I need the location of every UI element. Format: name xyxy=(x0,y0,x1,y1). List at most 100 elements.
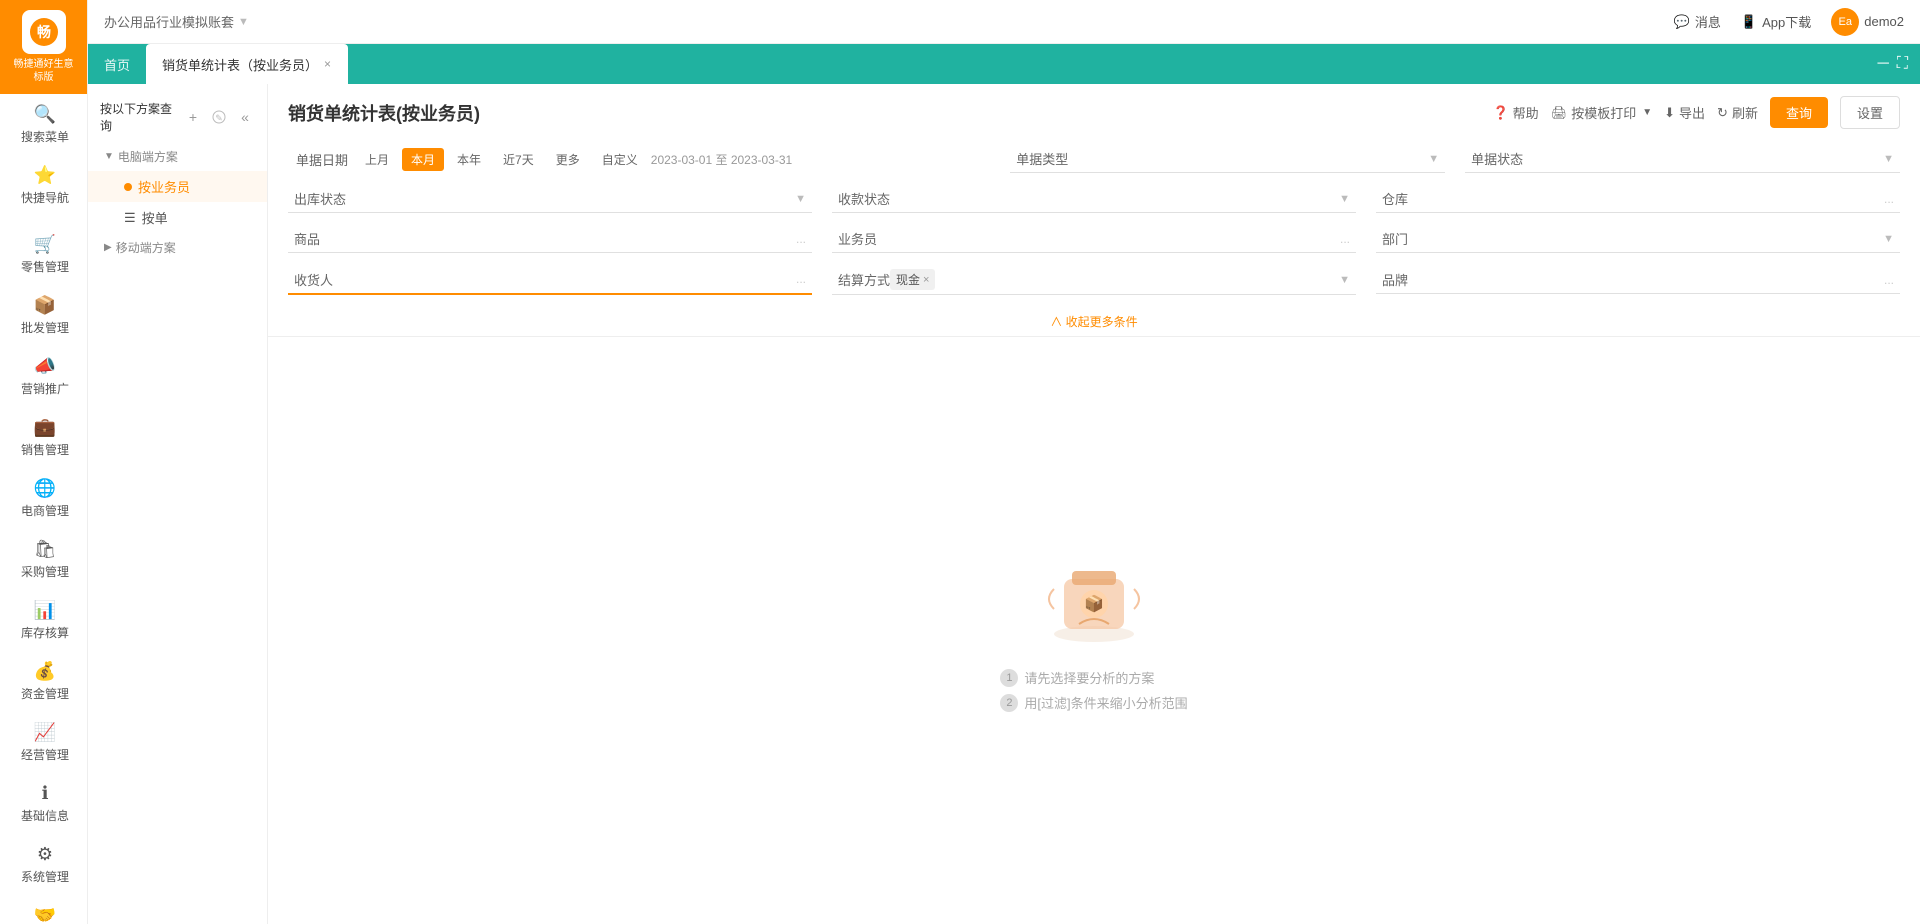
user-name: demo2 xyxy=(1864,14,1904,29)
sidebar: 畅 畅捷通好生意 标版 🔍 搜索菜单 ⭐ 快捷导航 🛒 零售管理 📦 批发管理 … xyxy=(0,0,88,924)
last7-btn[interactable]: 近7天 xyxy=(494,148,543,171)
sidebar-item-sales[interactable]: 💼 销售管理 xyxy=(0,407,87,468)
doc-type-field[interactable]: 单据类型 ▼ xyxy=(1010,145,1445,173)
query-btn[interactable]: 查询 xyxy=(1770,97,1828,128)
settlement-arrow-icon[interactable]: ▼ xyxy=(1339,274,1350,286)
out-status-arrow-icon[interactable]: ▼ xyxy=(795,193,806,205)
goods-ellipsis-icon[interactable]: ... xyxy=(796,232,806,246)
mobile-icon: 📱 xyxy=(1741,14,1757,30)
recipient-label: 收货人 xyxy=(294,270,334,289)
tabbar: 首页 销货单统计表（按业务员） × ─ ⛶ xyxy=(88,44,1920,84)
recv-status-field[interactable]: 收款状态 ▼ xyxy=(832,185,1356,213)
sidebar-item-system[interactable]: ⚙ 系统管理 xyxy=(0,834,87,895)
logo-text: 畅捷通好生意 标版 xyxy=(14,58,74,84)
warehouse-field[interactable]: 仓库 ... xyxy=(1376,185,1900,213)
settlement-field[interactable]: 结算方式 现金 × ▼ xyxy=(832,265,1356,295)
refresh-icon: ↻ xyxy=(1717,105,1728,121)
sidebar-item-inventory[interactable]: 📊 库存核算 xyxy=(0,590,87,651)
settings-btn[interactable]: 设置 xyxy=(1840,96,1900,129)
doc-status-field[interactable]: 单据状态 ▼ xyxy=(1465,145,1900,173)
salesman-ellipsis-icon[interactable]: ... xyxy=(1340,232,1350,246)
tip-num-2: 2 xyxy=(1000,694,1018,712)
tab-sales-stat[interactable]: 销货单统计表（按业务员） × xyxy=(146,44,348,84)
last-month-btn[interactable]: 上月 xyxy=(356,148,398,171)
goods-field[interactable]: 商品 ... xyxy=(288,225,812,253)
salesman-field[interactable]: 业务员 ... xyxy=(832,225,1356,253)
custom-btn[interactable]: 自定义 xyxy=(593,148,647,171)
sidebar-item-label: 零售管理 xyxy=(21,258,69,275)
dept-arrow-icon[interactable]: ▼ xyxy=(1883,233,1894,245)
sidebar-item-operations[interactable]: 📈 经营管理 xyxy=(0,712,87,773)
page-header: 销货单统计表(按业务员) ❓ 帮助 🖨 按模板打印 ▼ ⬇ xyxy=(268,84,1920,337)
export-btn[interactable]: ⬇ 导出 xyxy=(1664,103,1705,122)
print-icon: 🖨 xyxy=(1551,105,1568,121)
doc-type-arrow-icon[interactable]: ▼ xyxy=(1428,153,1439,165)
sidebar-item-marketing[interactable]: 📣 营销推广 xyxy=(0,346,87,407)
print-label: 按模板打印 xyxy=(1571,103,1636,122)
dept-field[interactable]: 部门 ▼ xyxy=(1376,225,1900,253)
account-name: 办公用品行业模拟账套 xyxy=(104,12,234,31)
print-btn[interactable]: 🖨 按模板打印 ▼ xyxy=(1551,103,1652,122)
sidebar-item-label: 搜索菜单 xyxy=(21,128,69,145)
right-panel: 销货单统计表(按业务员) ❓ 帮助 🖨 按模板打印 ▼ ⬇ xyxy=(268,84,1920,924)
tree-item-salesman[interactable]: 按业务员 xyxy=(88,171,267,202)
export-icon: ⬇ xyxy=(1664,105,1675,121)
message-label: 消息 xyxy=(1695,12,1721,31)
recipient-ellipsis-icon[interactable]: ... xyxy=(796,272,806,286)
sidebar-nav: 🔍 搜索菜单 ⭐ 快捷导航 🛒 零售管理 📦 批发管理 📣 营销推广 💼 销售管… xyxy=(0,94,87,924)
this-month-btn[interactable]: 本月 xyxy=(402,148,444,171)
home-tab-label: 首页 xyxy=(104,55,130,74)
sales-icon: 💼 xyxy=(34,417,56,438)
tab-home[interactable]: 首页 xyxy=(88,44,146,84)
finance-icon: 💰 xyxy=(34,661,56,682)
app-download-btn[interactable]: 📱 App下载 xyxy=(1741,12,1811,31)
sidebar-item-enterprise[interactable]: 🤝 企业协同 xyxy=(0,895,87,924)
tree-group-mobile[interactable]: ▶ 移动端方案 xyxy=(88,233,267,262)
more-btn[interactable]: 更多 xyxy=(547,148,589,171)
content-area: 按以下方案查询 + ✎ « ▼ 电脑端方案 按业务员 ☰ 按单 xyxy=(88,84,1920,924)
chevron-down-icon: ▼ xyxy=(104,151,114,162)
brand-field[interactable]: 品牌 ... xyxy=(1376,266,1900,294)
brand-ellipsis-icon[interactable]: ... xyxy=(1884,273,1894,287)
left-panel-header: 按以下方案查询 + ✎ « xyxy=(88,92,267,142)
out-status-field[interactable]: 出库状态 ▼ xyxy=(288,185,812,213)
filter-row-3: 商品 ... 业务员 ... 部门 ▼ xyxy=(288,225,1900,253)
sidebar-logo[interactable]: 畅 畅捷通好生意 标版 xyxy=(0,0,87,94)
warehouse-label: 仓库 xyxy=(1382,189,1412,208)
settlement-label: 结算方式 xyxy=(838,270,890,289)
this-year-btn[interactable]: 本年 xyxy=(448,148,490,171)
sidebar-item-ecommerce[interactable]: 🌐 电商管理 xyxy=(0,468,87,529)
tree-item-order[interactable]: ☰ 按单 xyxy=(88,202,267,233)
recv-status-arrow-icon[interactable]: ▼ xyxy=(1339,193,1350,205)
doc-status-arrow-icon[interactable]: ▼ xyxy=(1883,153,1894,165)
sidebar-item-search[interactable]: 🔍 搜索菜单 xyxy=(0,94,87,155)
sidebar-item-basic[interactable]: ℹ 基础信息 xyxy=(0,773,87,834)
empty-tip-1: 1 请先选择要分析的方案 xyxy=(1000,668,1187,687)
tab-expand-btn[interactable]: ⛶ xyxy=(1897,55,1908,73)
page-header-actions: ❓ 帮助 🖨 按模板打印 ▼ ⬇ 导出 ↻ xyxy=(1492,96,1900,129)
account-selector[interactable]: 办公用品行业模拟账套 ▼ xyxy=(104,12,249,31)
sidebar-item-finance[interactable]: 💰 资金管理 xyxy=(0,651,87,712)
sidebar-item-wholesale[interactable]: 📦 批发管理 xyxy=(0,285,87,346)
collapse-panel-btn[interactable]: « xyxy=(235,107,255,127)
message-btn[interactable]: 💬 消息 xyxy=(1674,12,1721,31)
recipient-field[interactable]: 收货人 ... xyxy=(288,266,812,295)
refresh-btn[interactable]: ↻ 刷新 xyxy=(1717,103,1758,122)
sidebar-item-retail[interactable]: 🛒 零售管理 xyxy=(0,224,87,285)
warehouse-ellipsis-icon[interactable]: ... xyxy=(1884,192,1894,206)
sidebar-item-purchase[interactable]: 🛍 采购管理 xyxy=(0,529,87,590)
settlement-tag-close[interactable]: × xyxy=(923,274,929,286)
help-btn[interactable]: ❓ 帮助 xyxy=(1492,103,1538,122)
help-label: 帮助 xyxy=(1513,103,1539,122)
user-profile[interactable]: Ea demo2 xyxy=(1831,8,1904,36)
page-title-row: 销货单统计表(按业务员) ❓ 帮助 🖨 按模板打印 ▼ ⬇ xyxy=(288,96,1900,129)
tree-group-desktop[interactable]: ▼ 电脑端方案 xyxy=(88,142,267,171)
edit-scheme-btn[interactable]: ✎ xyxy=(209,107,229,127)
tab-minimize-btn[interactable]: ─ xyxy=(1877,55,1888,73)
sidebar-item-label: 采购管理 xyxy=(21,563,69,580)
sidebar-item-shortcut[interactable]: ⭐ 快捷导航 xyxy=(0,155,87,216)
print-arrow-icon: ▼ xyxy=(1642,107,1652,118)
tab-close-btn[interactable]: × xyxy=(324,57,331,71)
add-scheme-btn[interactable]: + xyxy=(183,107,203,127)
collapse-bar[interactable]: ∧ 收起更多条件 xyxy=(288,307,1900,336)
